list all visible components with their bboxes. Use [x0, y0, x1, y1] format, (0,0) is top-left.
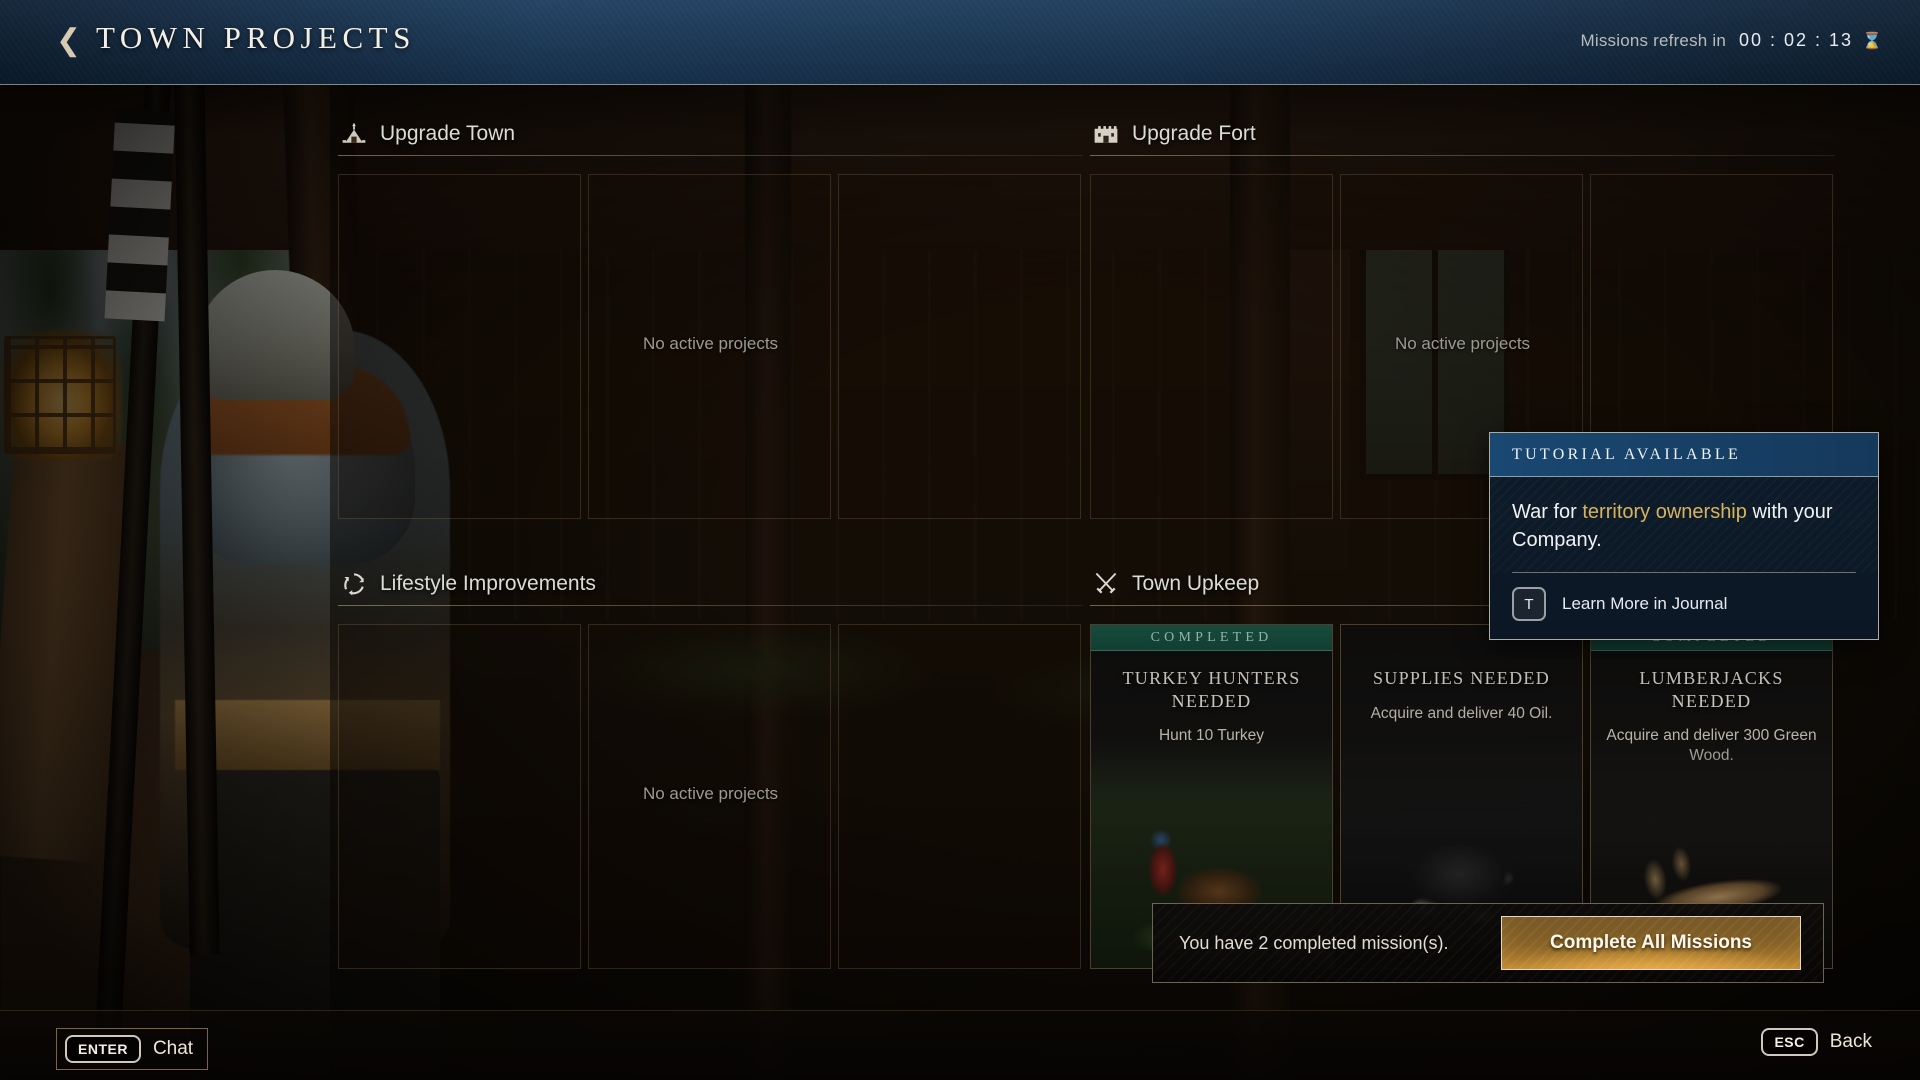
key-badge-esc: ESC [1761, 1028, 1818, 1056]
page-title: TOWN PROJECTS [96, 20, 416, 55]
tutorial-header: TUTORIAL AVAILABLE [1490, 433, 1878, 477]
chat-label: Chat [152, 1038, 194, 1059]
empty-project-slot[interactable] [338, 174, 581, 519]
project-slot-list: No active projects [338, 174, 1083, 519]
key-hint-t[interactable]: T [1512, 587, 1546, 622]
missions-refresh-timer: Missions refresh in 00 : 02 : 13 ⌛ [1580, 30, 1882, 51]
complete-all-missions-label: Complete All Missions [1550, 932, 1752, 953]
completed-count-text: You have 2 completed mission(s). [1179, 932, 1449, 953]
empty-project-slot[interactable] [838, 624, 1081, 969]
tutorial-footer[interactable]: T Learn More in Journal [1490, 573, 1878, 639]
section-header: Upgrade Town [338, 113, 1083, 155]
learn-more-link[interactable]: Learn More in Journal [1562, 594, 1727, 614]
project-slot-list: No active projects [338, 624, 1083, 969]
section-header: Upgrade Fort [1090, 113, 1835, 155]
tutorial-body: War for territory ownership with your Co… [1490, 477, 1878, 574]
mission-title: SUPPLIES NEEDED [1372, 668, 1550, 688]
back-hint[interactable]: ESC Back [1761, 1028, 1872, 1056]
refresh-label: Missions refresh in [1580, 30, 1726, 50]
back-label: Back [1829, 1031, 1872, 1052]
tutorial-text-before: War for [1512, 501, 1583, 523]
empty-project-slot[interactable] [1090, 174, 1333, 519]
empty-project-slot[interactable] [338, 624, 581, 969]
town-projects-screen: ❮ TOWN PROJECTS Missions refresh in 00 :… [0, 0, 1920, 1080]
status-badge: COMPLETED [1091, 625, 1332, 651]
key-badge-enter: ENTER [65, 1035, 141, 1063]
empty-project-slot[interactable] [588, 174, 831, 519]
section-divider [1090, 155, 1835, 156]
tutorial-popup: TUTORIAL AVAILABLE War for territory own… [1489, 432, 1879, 641]
empty-project-slot[interactable] [838, 174, 1081, 519]
section-title: Upgrade Town [380, 122, 516, 145]
section-title: Town Upkeep [1132, 572, 1260, 595]
top-bar: ❮ TOWN PROJECTS Missions refresh in 00 :… [0, 0, 1920, 85]
section-lifestyle-improvements: Lifestyle Improvements No active project… [338, 563, 1083, 969]
section-title: Lifestyle Improvements [380, 572, 596, 595]
section-divider [338, 605, 1083, 606]
complete-all-missions-button[interactable]: Complete All Missions [1501, 916, 1801, 970]
empty-project-slot[interactable] [588, 624, 831, 969]
town-icon [342, 122, 366, 143]
hourglass-icon: ⌛ [1862, 32, 1882, 50]
mission-description: Acquire and deliver 40 Oil. [1370, 704, 1553, 722]
complete-missions-bar: You have 2 completed mission(s). Complet… [1152, 903, 1824, 983]
footer-bar: ENTER Chat ESC Back [0, 1010, 1920, 1080]
chat-hint[interactable]: ENTER Chat [56, 1028, 209, 1070]
section-upgrade-town: Upgrade Town No active projects [338, 113, 1083, 519]
fort-icon [1094, 126, 1118, 143]
section-divider [338, 155, 1083, 156]
refresh-icon [344, 573, 364, 596]
swords-icon [1095, 572, 1117, 594]
tutorial-text-highlight: territory ownership [1582, 501, 1747, 523]
chevron-left-icon[interactable]: ❮ [56, 26, 81, 56]
refresh-countdown: 00 : 02 : 13 [1739, 30, 1854, 50]
mission-title: TURKEY HUNTERS NEEDED [1122, 668, 1301, 711]
section-header: Lifestyle Improvements [338, 563, 1083, 605]
mission-card-body: TURKEY HUNTERS NEEDED Hunt 10 Turkey [1091, 651, 1332, 746]
mission-title: LUMBERJACKS NEEDED [1639, 668, 1784, 711]
tutorial-text: War for territory ownership with your Co… [1512, 499, 1856, 554]
section-title: Upgrade Fort [1132, 122, 1256, 145]
